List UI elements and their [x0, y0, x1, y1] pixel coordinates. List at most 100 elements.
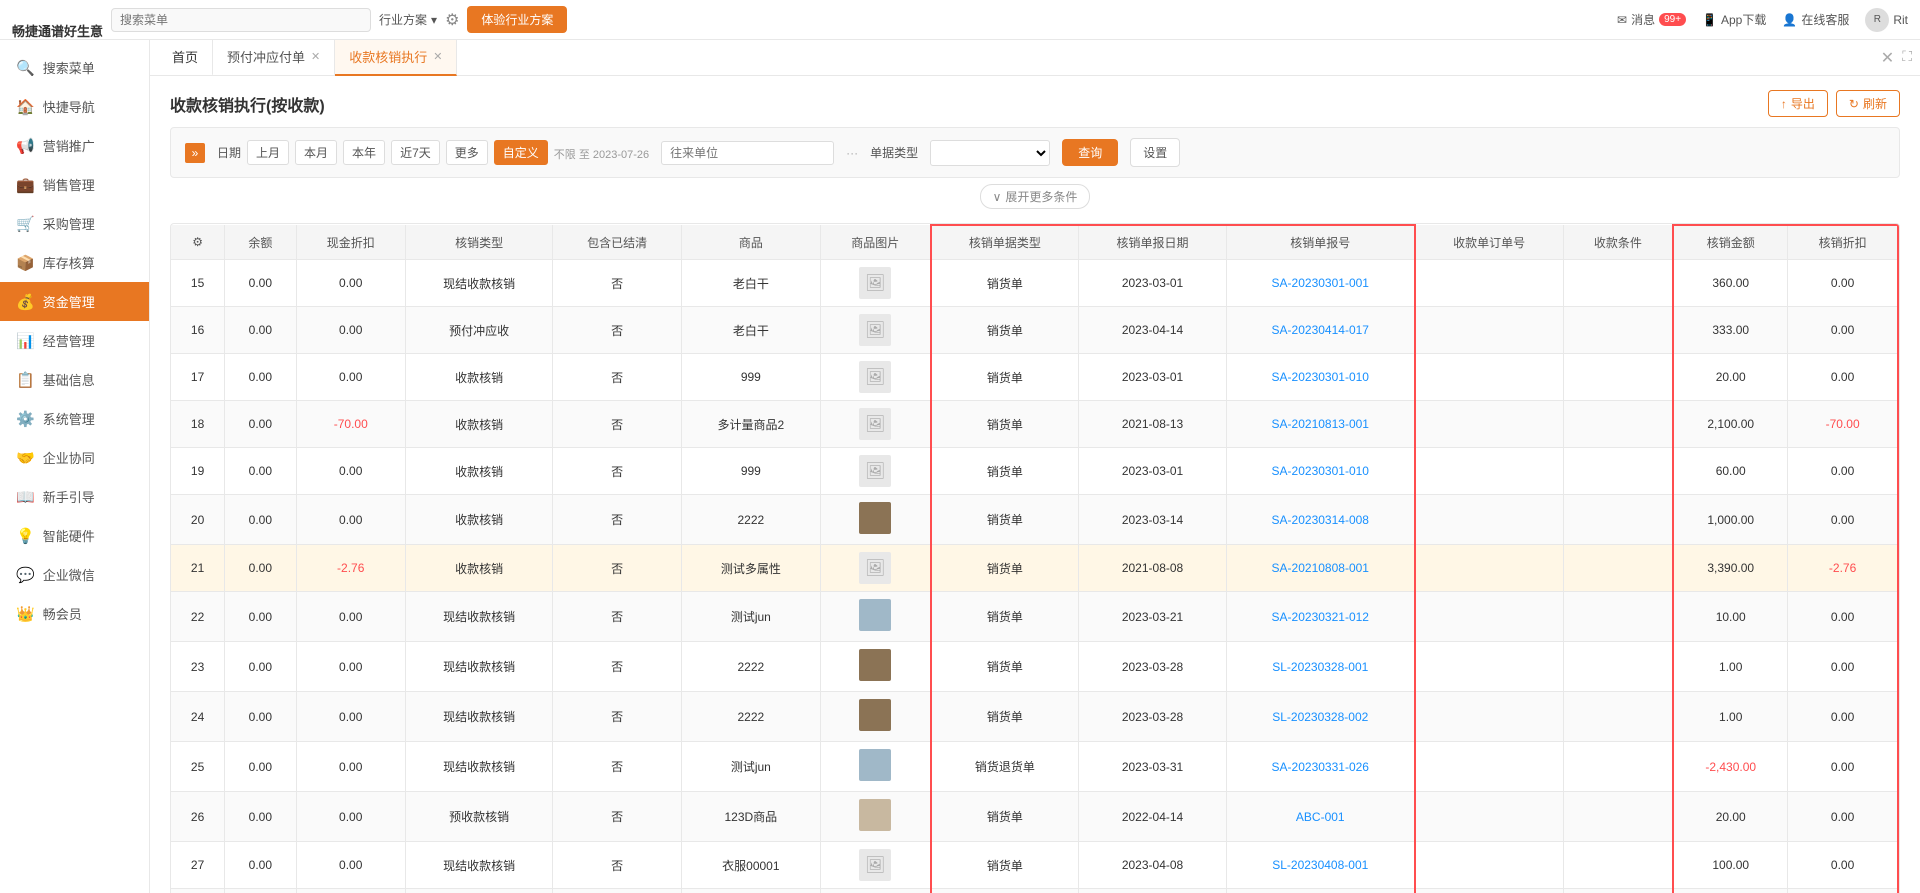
- industry-dropdown[interactable]: 行业方案 ▾: [379, 11, 437, 28]
- sidebar-item-guide[interactable]: 📖 新手引导: [0, 477, 149, 516]
- goods-image: 🖼: [859, 455, 891, 487]
- export-button[interactable]: ↑ 导出: [1768, 90, 1828, 117]
- doc-report-no-link[interactable]: SL-20230328-002: [1272, 710, 1368, 724]
- cell-doc-report-no[interactable]: SA-20230331-026: [1226, 742, 1415, 792]
- cell-doc-report-no[interactable]: SA-20230414-017: [1226, 307, 1415, 354]
- sidebar-item-purchase[interactable]: 🛒 采购管理: [0, 204, 149, 243]
- cell-doc-report-no[interactable]: SA-20230321-012: [1226, 592, 1415, 642]
- sidebar-item-member[interactable]: 👑 畅会员: [0, 594, 149, 633]
- doc-report-no-link[interactable]: SA-20210808-001: [1272, 561, 1369, 575]
- doc-report-no-link[interactable]: SA-20230301-001: [1272, 276, 1369, 290]
- cell-goods-img: 🖼: [820, 401, 930, 448]
- close-prepay-tab-icon[interactable]: ✕: [311, 50, 320, 63]
- filter-unit-input[interactable]: [661, 141, 834, 165]
- cell-cancel-type: 现结收款核销: [405, 889, 552, 893]
- tab-home[interactable]: 首页: [158, 40, 213, 76]
- cell-receipt-condition: [1563, 889, 1673, 893]
- cell-receipt-order-no: [1415, 260, 1563, 307]
- sidebar-item-inventory[interactable]: 📦 库存核算: [0, 243, 149, 282]
- cell-doc-report-no[interactable]: SL-20230418-001: [1226, 889, 1415, 893]
- cell-doc-report-no[interactable]: SL-20230328-002: [1226, 692, 1415, 742]
- doc-report-no-link[interactable]: SA-20230414-017: [1272, 323, 1369, 337]
- cell-doc-report-type: 销货单: [931, 401, 1079, 448]
- cell-id: 16: [171, 307, 225, 354]
- cell-cancel-discount: 0.00: [1788, 495, 1898, 545]
- sidebar-item-hardware[interactable]: 💡 智能硬件: [0, 516, 149, 555]
- filter-settings-button[interactable]: 设置: [1130, 138, 1180, 167]
- notification-item[interactable]: ✉ 消息 99+: [1617, 11, 1686, 28]
- goods-image: 🖼: [859, 361, 891, 393]
- doc-report-no-link[interactable]: SA-20230301-010: [1272, 464, 1369, 478]
- filter-doc-type-select[interactable]: [930, 140, 1050, 166]
- cell-balance: 0.00: [225, 354, 296, 401]
- filter-last-month-btn[interactable]: 上月: [247, 140, 289, 165]
- goods-image: [859, 649, 891, 681]
- filter-more-btn[interactable]: 更多: [446, 140, 488, 165]
- doc-report-no-link[interactable]: SA-20210813-001: [1272, 417, 1369, 431]
- close-receipt-tab-icon[interactable]: ✕: [433, 50, 442, 63]
- online-service-item[interactable]: 👤 在线客服: [1782, 11, 1849, 28]
- table-row: 27 0.00 0.00 现结收款核销 否 衣服00001 🖼 销货单 2023…: [171, 842, 1898, 889]
- cell-cancel-type: 预收款核销: [405, 792, 552, 842]
- cell-doc-report-no[interactable]: SL-20230328-001: [1226, 642, 1415, 692]
- sidebar-item-wechat[interactable]: 💬 企业微信: [0, 555, 149, 594]
- cell-doc-report-no[interactable]: SL-20230408-001: [1226, 842, 1415, 889]
- filter-dots: ···: [846, 146, 858, 160]
- sidebar-item-search[interactable]: 🔍 搜索菜单: [0, 48, 149, 87]
- doc-report-no-link[interactable]: SA-20230331-026: [1272, 760, 1369, 774]
- cell-doc-report-type: 销货单: [931, 792, 1079, 842]
- tab-prepay[interactable]: 预付冲应付单 ✕: [213, 40, 335, 76]
- doc-report-no-link[interactable]: SA-20230321-012: [1272, 610, 1369, 624]
- table-header-row: ⚙ 余额 现金折扣 核销类型 包含已结清 商品 商品图片 核销单据类型 核销单报…: [171, 225, 1898, 260]
- cell-cash-discount: 0.00: [296, 792, 405, 842]
- sidebar-item-marketing[interactable]: 📢 营销推广: [0, 126, 149, 165]
- tab-receipt-cancel[interactable]: 收款核销执行 ✕: [335, 40, 457, 76]
- doc-report-no-link[interactable]: SA-20230301-010: [1272, 370, 1369, 384]
- cell-receipt-condition: [1563, 354, 1673, 401]
- sidebar-item-basic-info[interactable]: 📋 基础信息: [0, 360, 149, 399]
- user-item[interactable]: R Rit: [1865, 8, 1908, 32]
- sidebar-item-system[interactable]: ⚙️ 系统管理: [0, 399, 149, 438]
- cell-doc-report-no[interactable]: SA-20210808-001: [1226, 545, 1415, 592]
- cell-doc-report-no[interactable]: SA-20210813-001: [1226, 401, 1415, 448]
- cell-doc-report-date: 2021-08-08: [1079, 545, 1226, 592]
- expand-more-btn[interactable]: ∨ 展开更多条件: [980, 184, 1091, 209]
- trial-btn[interactable]: 体验行业方案: [467, 6, 567, 33]
- cell-doc-report-no[interactable]: ABC-001: [1226, 792, 1415, 842]
- sidebar-item-operations[interactable]: 📊 经营管理: [0, 321, 149, 360]
- settings-icon[interactable]: ⚙: [445, 10, 459, 30]
- app-download-item[interactable]: 📱 App下载: [1702, 11, 1766, 28]
- cell-doc-report-date: 2023-03-01: [1079, 260, 1226, 307]
- sidebar-item-shortcut[interactable]: 🏠 快捷导航: [0, 87, 149, 126]
- filter-this-month-btn[interactable]: 本月: [295, 140, 337, 165]
- cell-balance: 0.00: [225, 307, 296, 354]
- filter-collapse-btn[interactable]: »: [185, 143, 205, 163]
- cell-doc-report-date: 2023-04-18: [1079, 889, 1226, 893]
- cell-include-cleared: 否: [553, 401, 681, 448]
- filter-this-year-btn[interactable]: 本年: [343, 140, 385, 165]
- th-gear[interactable]: ⚙: [171, 225, 225, 260]
- sidebar-item-sales[interactable]: 💼 销售管理: [0, 165, 149, 204]
- cell-doc-report-no[interactable]: SA-20230301-010: [1226, 448, 1415, 495]
- cell-doc-report-no[interactable]: SA-20230301-010: [1226, 354, 1415, 401]
- doc-report-no-link[interactable]: ABC-001: [1296, 810, 1345, 824]
- filter-custom-btn[interactable]: 自定义: [494, 140, 548, 165]
- cell-cancel-amount: 333.00: [1673, 307, 1787, 354]
- sidebar-item-cooperation[interactable]: 🤝 企业协同: [0, 438, 149, 477]
- doc-report-no-link[interactable]: SL-20230328-001: [1272, 660, 1368, 674]
- doc-report-no-link[interactable]: SA-20230314-008: [1272, 513, 1369, 527]
- refresh-button[interactable]: ↻ 刷新: [1836, 90, 1900, 117]
- doc-report-no-link[interactable]: SL-20230408-001: [1272, 858, 1368, 872]
- filter-7days-btn[interactable]: 近7天: [391, 140, 440, 165]
- sidebar-item-finance[interactable]: 💰 资金管理: [0, 282, 149, 321]
- cell-doc-report-type: 销货单: [931, 260, 1079, 307]
- page-title: 收款核销执行(按收款): [170, 92, 325, 116]
- cell-cancel-discount: -70.00: [1788, 401, 1898, 448]
- maximize-icon[interactable]: ⛶: [1902, 48, 1912, 68]
- top-search-input[interactable]: [111, 8, 371, 32]
- cell-doc-report-no[interactable]: SA-20230301-001: [1226, 260, 1415, 307]
- query-button[interactable]: 查询: [1062, 139, 1118, 166]
- cell-balance: 0.00: [225, 448, 296, 495]
- close-all-tabs-icon[interactable]: ✕: [1881, 48, 1894, 68]
- cell-doc-report-no[interactable]: SA-20230314-008: [1226, 495, 1415, 545]
